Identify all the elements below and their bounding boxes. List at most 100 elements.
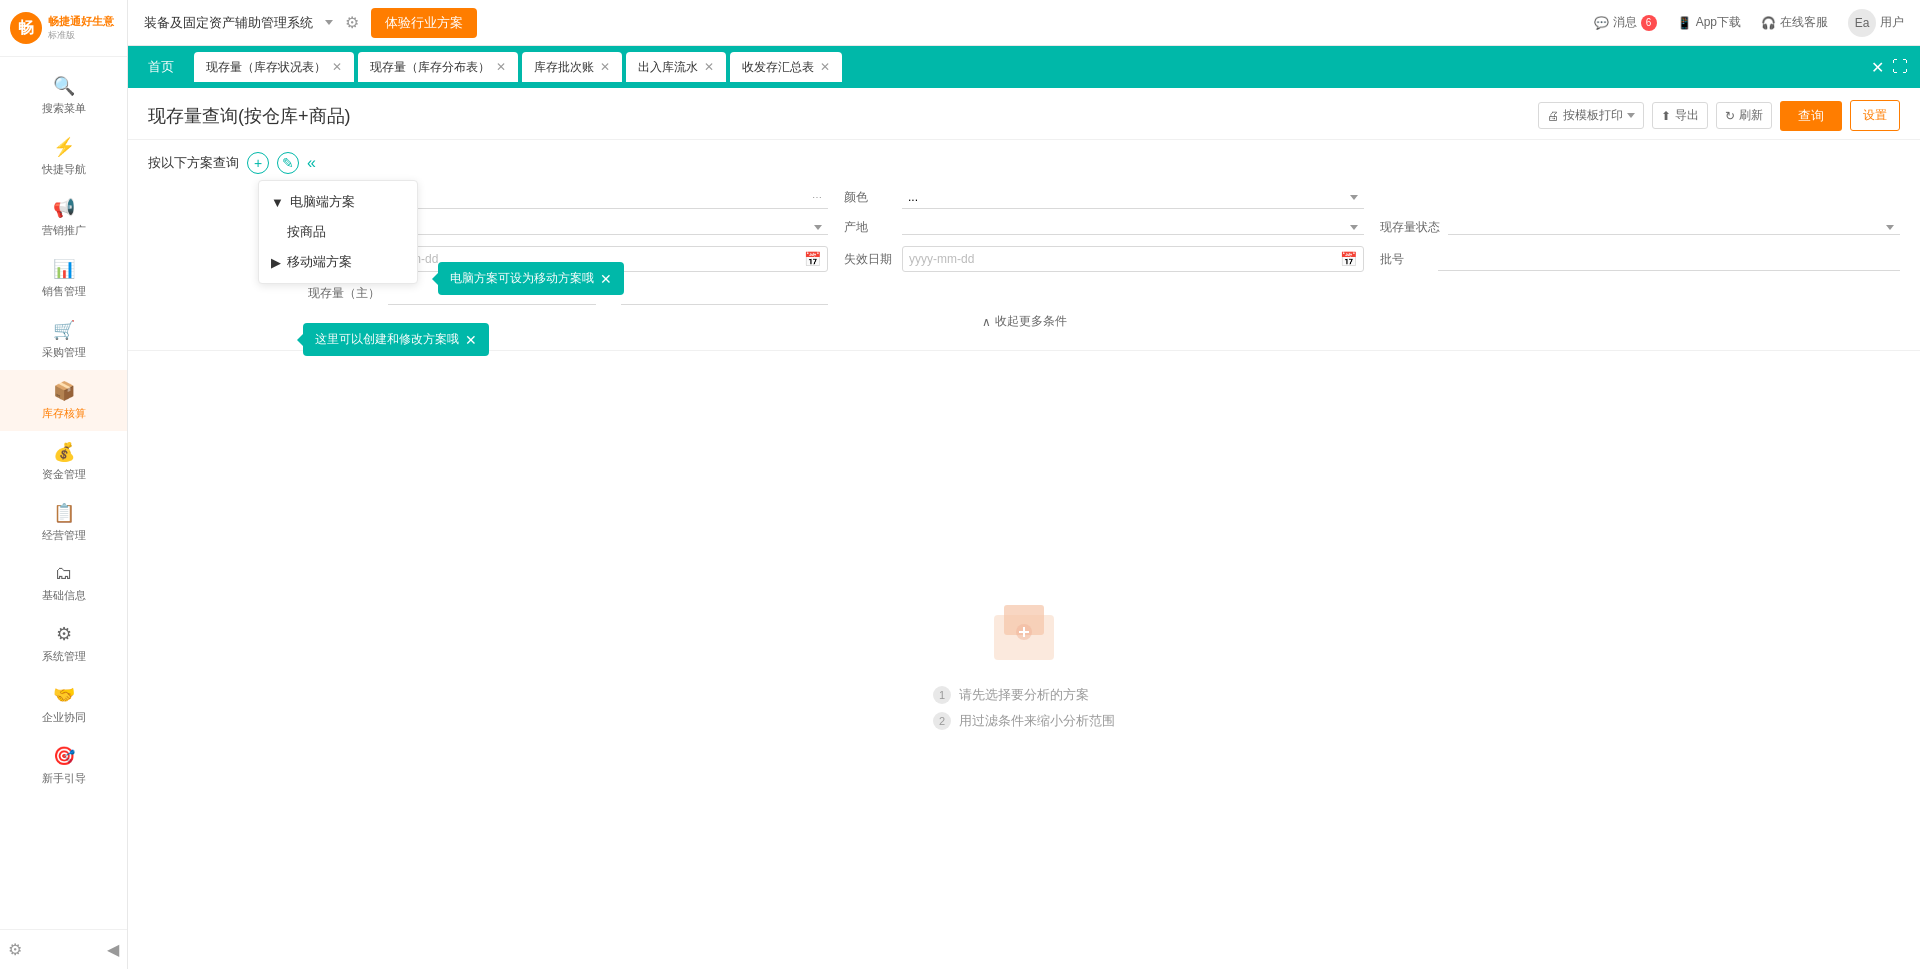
sidebar-item-system[interactable]: ⚙ 系统管理 <box>0 613 127 674</box>
tab-close-icon[interactable]: ✕ <box>332 60 342 74</box>
sidebar-item-finance[interactable]: 💰 资金管理 <box>0 431 127 492</box>
sidebar-item-inventory[interactable]: 📦 库存核算 <box>0 370 127 431</box>
query-button[interactable]: 查询 <box>1780 101 1842 131</box>
service-item[interactable]: 🎧 在线客服 <box>1761 14 1828 31</box>
tab-home[interactable]: 首页 <box>132 46 190 88</box>
tab-close-all-icon[interactable]: ✕ <box>1871 58 1884 77</box>
filter-field-stock-status: 现存量状态 <box>1380 219 1900 236</box>
tooltip-text: 电脑方案可设为移动方案哦 <box>450 270 594 287</box>
tab-bar: 首页 现存量（库存状况表） ✕ 现存量（库存分布表） ✕ 库存批次账 ✕ 出入库… <box>128 46 1920 88</box>
finance-icon: 💰 <box>53 441 75 463</box>
batch-no-label: 批号 <box>1380 251 1430 268</box>
page-header: 现存量查询(按仓库+商品) 🖨 按模板打印 ⬆ 导出 ↻ 刷新 查询 设置 <box>128 88 1920 140</box>
scheme-item-mobile[interactable]: ▶ 移动端方案 <box>259 247 417 277</box>
add-scheme-button[interactable]: + <box>247 152 269 174</box>
main-area: 装备及固定资产辅助管理系统 ⚙ 体验行业方案 💬 消息 6 📱 App下载 🎧 … <box>128 0 1920 969</box>
tab-label: 现存量（库存分布表） <box>370 59 490 76</box>
batch-no-input[interactable] <box>1438 248 1900 271</box>
print-button[interactable]: 🖨 按模板打印 <box>1538 102 1644 129</box>
tab-close-icon[interactable]: ✕ <box>820 60 830 74</box>
user-label: 用户 <box>1880 14 1904 31</box>
tooltip-close-icon-2[interactable]: ✕ <box>465 332 477 348</box>
quick-nav-icon: ⚡ <box>53 136 75 158</box>
sidebar-item-enterprise[interactable]: 🤝 企业协同 <box>0 674 127 735</box>
color-dropdown-icon <box>1350 195 1358 200</box>
sidebar-item-marketing[interactable]: 📢 营销推广 <box>0 187 127 248</box>
message-item[interactable]: 💬 消息 6 <box>1594 14 1657 31</box>
export-button[interactable]: ⬆ 导出 <box>1652 102 1708 129</box>
sales-icon: 📊 <box>53 258 75 280</box>
sidebar-item-quick-nav[interactable]: ⚡ 快捷导航 <box>0 126 127 187</box>
sidebar-item-purchase[interactable]: 🛒 采购管理 <box>0 309 127 370</box>
app-download-item[interactable]: 📱 App下载 <box>1677 14 1741 31</box>
experience-button[interactable]: 体验行业方案 <box>371 8 477 38</box>
tab-batch-accounts[interactable]: 库存批次账 ✕ <box>522 52 622 82</box>
user-item[interactable]: Ea 用户 <box>1848 9 1904 37</box>
sidebar-item-sales[interactable]: 📊 销售管理 <box>0 248 127 309</box>
color-select[interactable]: ... <box>902 186 1364 209</box>
gear-icon[interactable]: ⚙ <box>345 13 359 32</box>
stock-status-select[interactable] <box>1448 221 1900 235</box>
collapse-sidebar-icon[interactable]: ◀ <box>107 940 119 959</box>
system-dropdown-icon[interactable] <box>325 20 333 25</box>
filter-label: 按以下方案查询 <box>148 154 239 172</box>
sidebar-item-basic[interactable]: 🗂 基础信息 <box>0 553 127 613</box>
sidebar-item-label: 新手引导 <box>42 771 86 786</box>
tab-collect-summary[interactable]: 收发存汇总表 ✕ <box>730 52 842 82</box>
filter-field-expire-date: 失效日期 yyyy-mm-dd 📅 <box>844 246 1364 272</box>
tooltip-close-icon[interactable]: ✕ <box>600 271 612 287</box>
tip-num-2: 2 <box>933 712 951 730</box>
edit-scheme-button[interactable]: ✎ <box>277 152 299 174</box>
sidebar-item-label: 营销推广 <box>42 223 86 238</box>
expand-icon: ▼ <box>271 195 284 210</box>
sidebar-item-search[interactable]: 🔍 搜索菜单 <box>0 65 127 126</box>
tab-inout-flow[interactable]: 出入库流水 ✕ <box>626 52 726 82</box>
avatar: Ea <box>1848 9 1876 37</box>
tab-close-icon[interactable]: ✕ <box>600 60 610 74</box>
scheme-item-desktop[interactable]: ▼ 电脑端方案 <box>259 187 417 217</box>
tab-expand-icon[interactable]: ⛶ <box>1892 58 1908 76</box>
tab-close-icon[interactable]: ✕ <box>704 60 714 74</box>
tab-inventory-dist[interactable]: 现存量（库存分布表） ✕ <box>358 52 518 82</box>
collapse-label: 收起更多条件 <box>995 313 1067 330</box>
empty-tip-2: 2 用过滤条件来缩小分析范围 <box>933 712 1115 730</box>
service-icon: 🎧 <box>1761 16 1776 30</box>
app-icon: 📱 <box>1677 16 1692 30</box>
sidebar-item-guide[interactable]: 🎯 新手引导 <box>0 735 127 796</box>
filter-field-origin: 产地 <box>844 219 1364 236</box>
scheme-item-label: 移动端方案 <box>287 253 352 271</box>
logo-text: 畅捷通好生意 标准版 <box>48 14 114 41</box>
setup-button[interactable]: 设置 <box>1850 100 1900 131</box>
sidebar-item-label: 库存核算 <box>42 406 86 421</box>
scheme-item-label: 按商品 <box>287 223 326 241</box>
origin-select[interactable] <box>902 221 1364 235</box>
expire-date-input[interactable]: yyyy-mm-dd 📅 <box>902 246 1364 272</box>
goods-select[interactable]: ... ⋯ <box>366 186 828 209</box>
calendar-icon-1: 📅 <box>804 251 821 267</box>
filter-row-2: 尺码 产地 现存量状态 <box>308 219 1900 236</box>
search-icon: 🔍 <box>53 75 75 97</box>
stock-amount-max-input[interactable] <box>621 282 829 305</box>
tab-bar-right: ✕ ⛶ <box>1871 58 1920 77</box>
tooltip-create-scheme: 这里可以创建和修改方案哦 ✕ <box>303 323 489 356</box>
message-badge: 6 <box>1641 15 1657 31</box>
logo-brand: 畅捷通好生意 <box>48 14 114 28</box>
sidebar-item-operations[interactable]: 📋 经营管理 <box>0 492 127 553</box>
refresh-button[interactable]: ↻ 刷新 <box>1716 102 1772 129</box>
tab-close-icon[interactable]: ✕ <box>496 60 506 74</box>
size-select[interactable] <box>366 221 828 235</box>
scheme-nav-icon[interactable]: « <box>307 154 316 172</box>
tab-label: 现存量（库存状况表） <box>206 59 326 76</box>
scheme-item-label: 电脑端方案 <box>290 193 355 211</box>
scheme-tree: ▼ 电脑端方案 按商品 ▶ 移动端方案 <box>258 180 418 284</box>
sidebar-item-label: 采购管理 <box>42 345 86 360</box>
system-icon: ⚙ <box>56 623 72 645</box>
empty-state: 1 请先选择要分析的方案 2 用过滤条件来缩小分析范围 <box>128 351 1920 969</box>
message-icon: 💬 <box>1594 16 1609 30</box>
settings-bottom-icon[interactable]: ⚙ <box>8 940 22 959</box>
page-title: 现存量查询(按仓库+商品) <box>148 104 351 128</box>
scheme-item-goods[interactable]: 按商品 <box>259 217 417 247</box>
page-content: 现存量查询(按仓库+商品) 🖨 按模板打印 ⬆ 导出 ↻ 刷新 查询 设置 <box>128 88 1920 969</box>
goods-dropdown-icon: ⋯ <box>812 192 822 203</box>
tab-inventory-status[interactable]: 现存量（库存状况表） ✕ <box>194 52 354 82</box>
